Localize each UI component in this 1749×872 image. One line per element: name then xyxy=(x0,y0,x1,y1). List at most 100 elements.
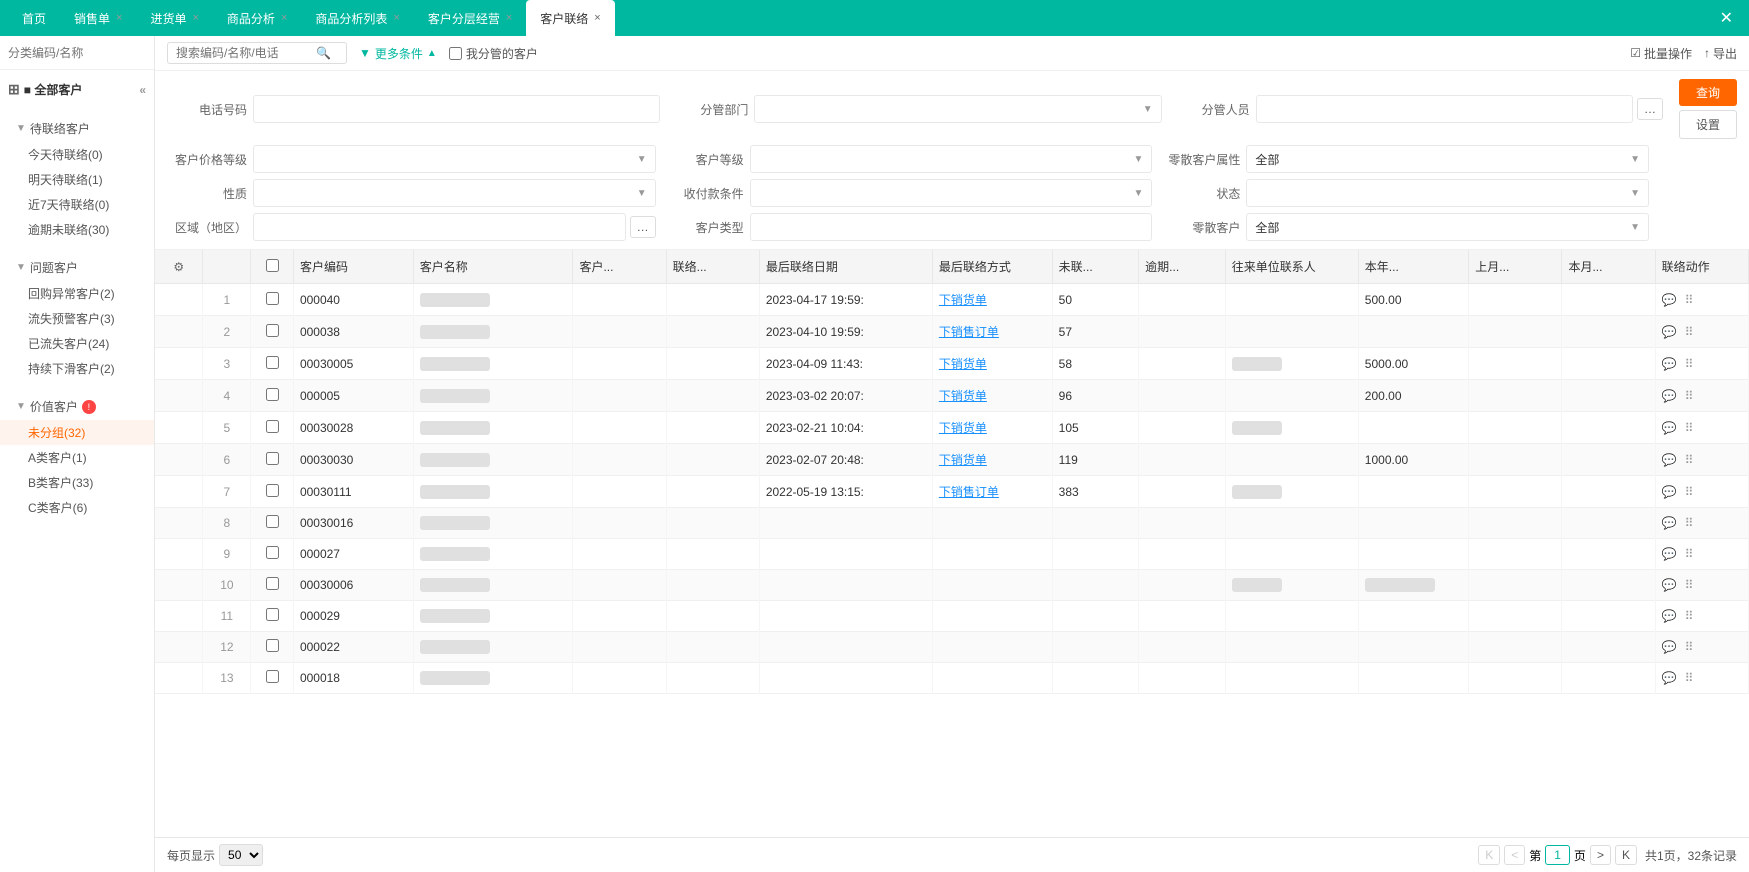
col-last-way-header[interactable]: 最后联络方式 xyxy=(932,250,1052,284)
row-checkbox[interactable] xyxy=(266,608,279,621)
row-checkbox[interactable] xyxy=(266,639,279,652)
customer-type-select[interactable] xyxy=(750,213,1153,241)
row-last-way[interactable] xyxy=(932,539,1052,570)
sidebar-item-class-a[interactable]: A类客户(1) xyxy=(0,445,154,470)
last-way-link[interactable]: 下销售订单 xyxy=(939,325,999,339)
more-icon[interactable]: ⠿ xyxy=(1685,516,1694,530)
row-checkbox-cell[interactable] xyxy=(251,601,294,632)
row-last-way[interactable] xyxy=(932,508,1052,539)
my-customers-checkbox-label[interactable]: 我分管的客户 xyxy=(449,45,538,62)
sidebar-item-declining[interactable]: 持续下滑客户(2) xyxy=(0,356,154,381)
select-all-checkbox[interactable] xyxy=(266,259,279,272)
more-icon[interactable]: ⠿ xyxy=(1685,357,1694,371)
more-icon[interactable]: ⠿ xyxy=(1685,421,1694,435)
chat-icon[interactable]: 💬 xyxy=(1662,516,1677,530)
chat-icon[interactable]: 💬 xyxy=(1662,485,1677,499)
row-checkbox-cell[interactable] xyxy=(251,348,294,380)
row-checkbox-cell[interactable] xyxy=(251,444,294,476)
chat-icon[interactable]: 💬 xyxy=(1662,578,1677,592)
tab-home[interactable]: 首页 xyxy=(8,0,60,36)
sidebar-wait-contact-header[interactable]: ▼ 待联络客户 xyxy=(0,115,154,142)
row-checkbox-cell[interactable] xyxy=(251,412,294,444)
search-icon[interactable]: 🔍 xyxy=(316,46,331,60)
more-icon[interactable]: ⠿ xyxy=(1685,389,1694,403)
close-analysis-list-tab[interactable]: × xyxy=(393,12,399,24)
per-page-select[interactable]: 50 xyxy=(219,844,263,866)
batch-ops-button[interactable]: ☑ 批量操作 xyxy=(1630,45,1692,62)
col-name-header[interactable]: 客户名称 xyxy=(413,250,573,284)
row-checkbox[interactable] xyxy=(266,484,279,497)
close-customer-tier-tab[interactable]: × xyxy=(506,12,512,24)
sidebar-item-overdue[interactable]: 逾期未联络(30) xyxy=(0,217,154,242)
sidebar-search-input[interactable] xyxy=(8,46,155,60)
row-checkbox-cell[interactable] xyxy=(251,508,294,539)
tab-sales[interactable]: 销售单 × xyxy=(60,0,136,36)
search-input[interactable] xyxy=(176,46,316,60)
region-select[interactable] xyxy=(253,213,626,241)
settings-icon[interactable]: ⚙ xyxy=(173,260,184,274)
dept-select[interactable]: ▼ xyxy=(754,95,1161,123)
row-checkbox-cell[interactable] xyxy=(251,570,294,601)
sidebar-collapse-button[interactable]: « xyxy=(139,83,146,97)
window-close-button[interactable]: ✕ xyxy=(1712,8,1741,28)
col-company-header[interactable]: 往来单位联系人 xyxy=(1225,250,1358,284)
row-checkbox[interactable] xyxy=(266,452,279,465)
tab-analysis[interactable]: 商品分析 × xyxy=(213,0,301,36)
col-overdue-header[interactable]: 逾期... xyxy=(1139,250,1226,284)
col-last-month-header[interactable]: 上月... xyxy=(1469,250,1562,284)
tab-customer-contact[interactable]: 客户联络 × xyxy=(526,0,614,36)
chat-icon[interactable]: 💬 xyxy=(1662,547,1677,561)
sidebar-item-churned[interactable]: 已流失客户(24) xyxy=(0,331,154,356)
row-checkbox[interactable] xyxy=(266,515,279,528)
row-last-way[interactable] xyxy=(932,570,1052,601)
row-checkbox[interactable] xyxy=(266,670,279,683)
close-purchase-tab[interactable]: × xyxy=(192,12,198,24)
prev-page-button[interactable]: < xyxy=(1504,845,1525,865)
current-page-number[interactable]: 1 xyxy=(1545,845,1570,865)
row-checkbox[interactable] xyxy=(266,420,279,433)
sidebar-item-7days[interactable]: 近7天待联络(0) xyxy=(0,192,154,217)
status-select[interactable]: ▼ xyxy=(1246,179,1649,207)
more-icon[interactable]: ⠿ xyxy=(1685,609,1694,623)
more-icon[interactable]: ⠿ xyxy=(1685,485,1694,499)
reset-button[interactable]: 设置 xyxy=(1679,110,1737,139)
row-last-way[interactable]: 下销货单 xyxy=(932,412,1052,444)
col-type-header[interactable]: 客户... xyxy=(573,250,666,284)
chat-icon[interactable]: 💬 xyxy=(1662,671,1677,685)
price-level-select[interactable]: ▼ xyxy=(253,145,656,173)
tab-analysis-list[interactable]: 商品分析列表 × xyxy=(301,0,413,36)
row-checkbox-cell[interactable] xyxy=(251,632,294,663)
my-customers-checkbox[interactable] xyxy=(449,47,462,60)
row-checkbox[interactable] xyxy=(266,292,279,305)
sidebar-item-tomorrow[interactable]: 明天待联络(1) xyxy=(0,167,154,192)
chat-icon[interactable]: 💬 xyxy=(1662,293,1677,307)
col-this-month-header[interactable]: 本月... xyxy=(1562,250,1655,284)
last-way-link[interactable]: 下销货单 xyxy=(939,389,987,403)
col-checkbox-header[interactable] xyxy=(251,250,294,284)
row-last-way[interactable] xyxy=(932,663,1052,694)
row-checkbox-cell[interactable] xyxy=(251,476,294,508)
row-checkbox[interactable] xyxy=(266,388,279,401)
last-way-link[interactable]: 下销货单 xyxy=(939,421,987,435)
last-way-link[interactable]: 下销货单 xyxy=(939,293,987,307)
manager-extra-btn[interactable]: … xyxy=(1637,98,1663,120)
chat-icon[interactable]: 💬 xyxy=(1662,421,1677,435)
sidebar-item-class-b[interactable]: B类客户(33) xyxy=(0,470,154,495)
row-last-way[interactable]: 下销货单 xyxy=(932,444,1052,476)
col-contact-header[interactable]: 联络... xyxy=(666,250,759,284)
chat-icon[interactable]: 💬 xyxy=(1662,389,1677,403)
more-icon[interactable]: ⠿ xyxy=(1685,325,1694,339)
retail-customer-select[interactable]: 全部 ▼ xyxy=(1246,213,1649,241)
close-sales-tab[interactable]: × xyxy=(116,12,122,24)
more-icon[interactable]: ⠿ xyxy=(1685,293,1694,307)
tab-purchase[interactable]: 进货单 × xyxy=(136,0,212,36)
col-last-date-header[interactable]: 最后联络日期 xyxy=(759,250,932,284)
region-extra-btn[interactable]: … xyxy=(630,216,656,238)
row-last-way[interactable] xyxy=(932,632,1052,663)
payment-select[interactable]: ▼ xyxy=(750,179,1153,207)
row-last-way[interactable]: 下销售订单 xyxy=(932,316,1052,348)
chat-icon[interactable]: 💬 xyxy=(1662,453,1677,467)
sidebar-item-class-c[interactable]: C类客户(6) xyxy=(0,495,154,520)
more-filters-button[interactable]: ▼ 更多条件 ▲ xyxy=(359,45,437,62)
row-checkbox[interactable] xyxy=(266,546,279,559)
